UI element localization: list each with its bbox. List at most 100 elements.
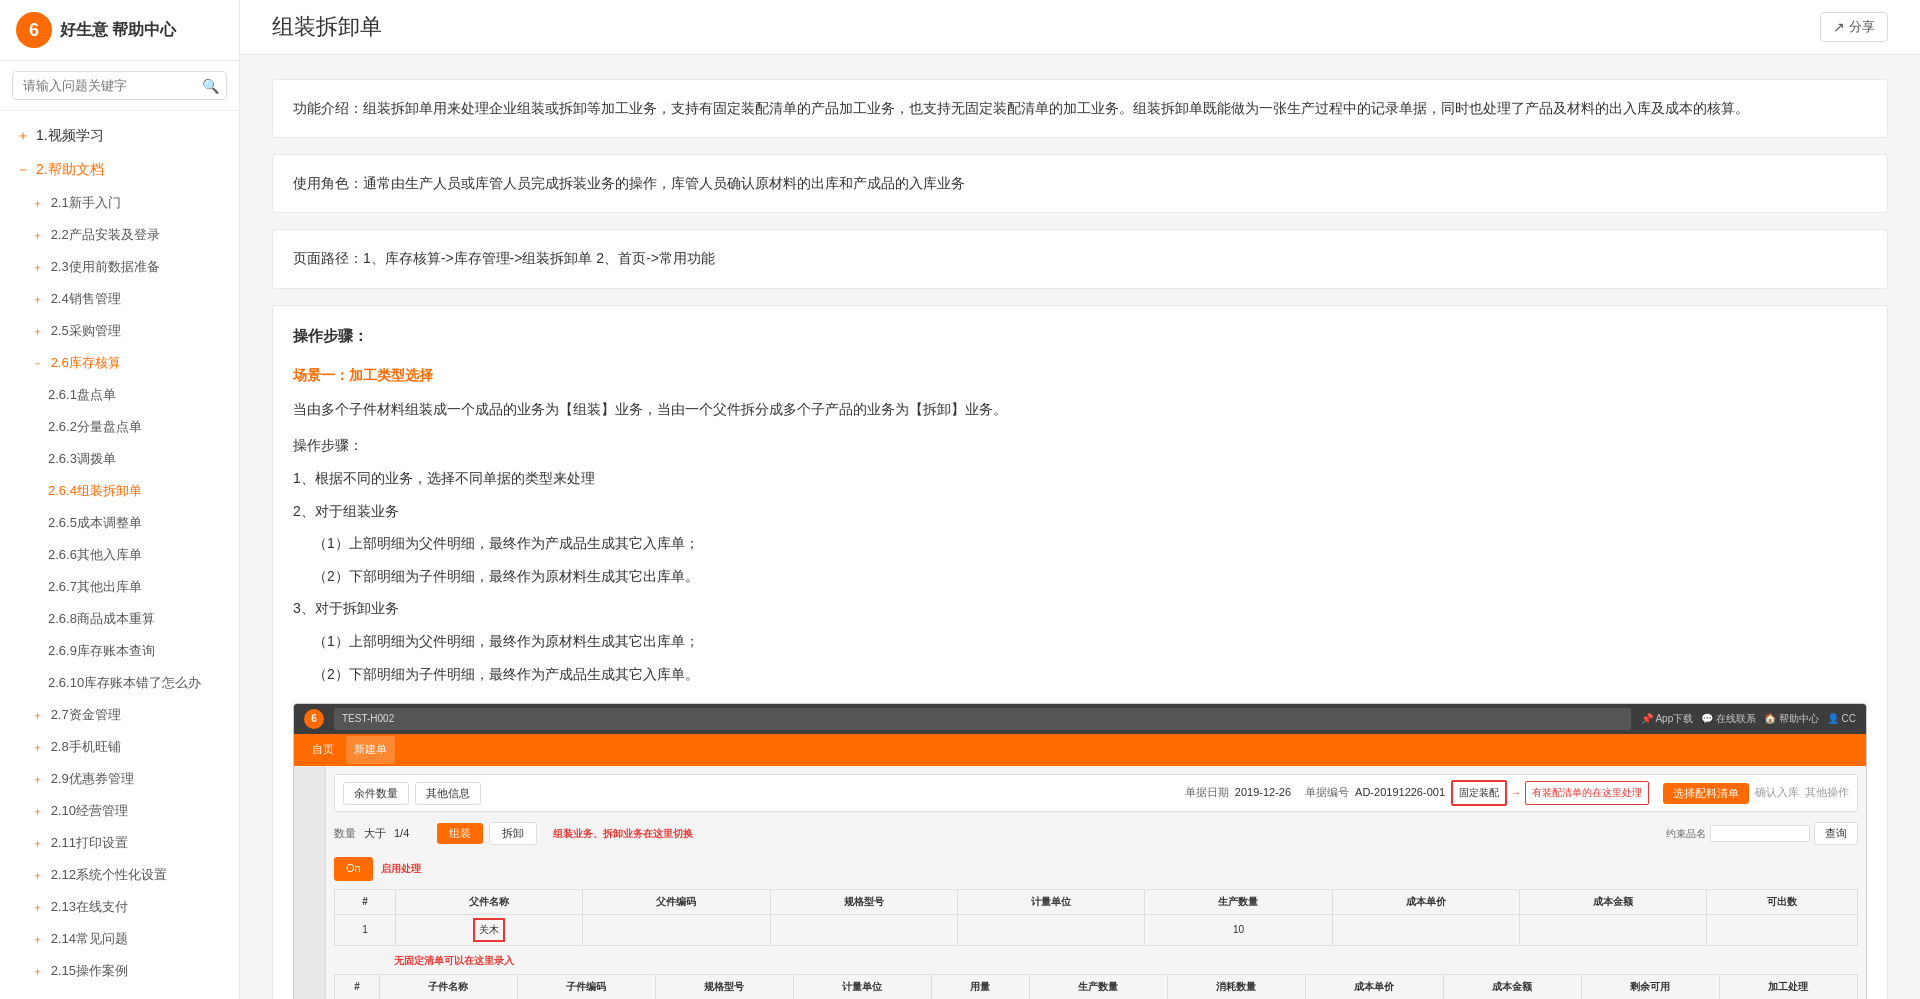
sidebar-item-online-pay[interactable]: ＋ 2.13在线支付: [0, 891, 239, 923]
search-input[interactable]: [12, 71, 227, 100]
expand-icon-finance: ＋: [32, 709, 43, 721]
col-parent-code: 父件编码: [583, 889, 770, 914]
brand-name: 好生意 帮助中心: [60, 20, 176, 41]
type-select-box[interactable]: 固定装配: [1451, 780, 1507, 806]
app-logo: 6: [16, 12, 52, 48]
switch-tabs: 组装 拆卸: [437, 822, 537, 845]
col-cost-amt: 成本金额: [1520, 889, 1707, 914]
callout-type2-label: 组装业务、拆卸业务在这里切换: [553, 825, 693, 843]
app-body: 余件数量 其他信息 单据日期 2019-12-26 单据编号 AD-201912…: [294, 766, 1866, 999]
sidebar-item-cases[interactable]: ＋ 2.15操作案例: [0, 955, 239, 987]
app-url-bar: TEST-H002: [334, 708, 1631, 730]
num-value2: 大于: [364, 824, 386, 844]
on-badge-area: 约束品名 查询: [1666, 822, 1858, 845]
sidebar-item-stock-check[interactable]: 2.6.9库存账本查询: [0, 635, 239, 667]
step-3: 3、对于拆卸业务: [293, 595, 1867, 622]
sidebar-item-sales[interactable]: ＋ 2.4销售管理: [0, 283, 239, 315]
sidebar-item-print[interactable]: ＋ 2.11打印设置: [0, 827, 239, 859]
expand-icon-install: ＋: [32, 229, 43, 241]
expand-icon-mobile: ＋: [32, 741, 43, 753]
sidebar-item-ops[interactable]: ＋ 2.10经营管理: [0, 795, 239, 827]
app-top-icons: 📌 App下载 💬 在线联系 🏠 帮助中心 👤 CC: [1641, 710, 1856, 728]
batch-row: On 启用处理: [334, 855, 1858, 883]
cell-spec: [770, 914, 957, 945]
expand-icon-cases: ＋: [32, 965, 43, 977]
app-nav-home[interactable]: 自页: [304, 736, 342, 764]
search-icon[interactable]: 🔍: [202, 78, 219, 94]
main-area: 组装拆卸单 ↗ 分享 功能介绍：组装拆卸单用来处理企业组装或拆卸等加工业务，支持…: [240, 0, 1920, 999]
app-form-area: 余件数量 其他信息 单据日期 2019-12-26 单据编号 AD-201912…: [326, 766, 1866, 999]
steps-section: 操作步骤： 1、根据不同的业务，选择不同单据的类型来处理 2、对于组装业务 （1…: [293, 432, 1867, 687]
stock-subitems: 2.6.1盘点单 2.6.2分量盘点单 2.6.3调拨单 2.6.4组装拆卸单 …: [0, 379, 239, 699]
sidebar-item-custom[interactable]: ＋ 2.12系统个性化设置: [0, 859, 239, 891]
app-icon-3: 🏠 帮助中心: [1764, 710, 1819, 728]
child-table-section: # 子件名称 子件编码 规格型号 计量单位 用量 生产数量 消耗数量 成本单价: [334, 974, 1858, 999]
intro-role-card: 使用角色：通常由生产人员或库管人员完成拆装业务的操作，库管人员确认原材料的出库和…: [272, 154, 1888, 213]
sidebar-item-finance[interactable]: ＋ 2.7资金管理: [0, 699, 239, 731]
col-c-name: 子件名称: [379, 974, 517, 999]
sidebar-item-new[interactable]: ＋ 2.1新手入门: [0, 187, 239, 219]
expand-icon-stock: －: [32, 357, 43, 369]
label-goods-cost: 2.6.8商品成本重算: [48, 611, 155, 626]
sidebar-item-goods-cost[interactable]: 2.6.8商品成本重算: [0, 603, 239, 635]
child-table: # 子件名称 子件编码 规格型号 计量单位 用量 生产数量 消耗数量 成本单价: [334, 974, 1858, 999]
step-3-1: （1）上部明细为父件明细，最终作为原材料生成其它出库单；: [293, 628, 1867, 655]
col-c-prodqty: 生产数量: [1029, 974, 1167, 999]
batch-label: 约束品名: [1666, 825, 1706, 843]
label-ops: 2.10经营管理: [51, 803, 128, 818]
expand-icon-new: ＋: [32, 197, 43, 209]
sidebar-item-coupon[interactable]: ＋ 2.9优惠券管理: [0, 763, 239, 795]
sidebar-item-cost[interactable]: 2.6.5成本调整单: [0, 507, 239, 539]
search-bar[interactable]: 🔍: [0, 61, 239, 111]
label-cases: 2.15操作案例: [51, 963, 128, 978]
sidebar-item-stock[interactable]: － 2.6库存核算: [0, 347, 239, 379]
col-num: #: [335, 889, 396, 914]
app-icon-4: 👤 CC: [1827, 710, 1856, 728]
toolbar-btn-cancel[interactable]: 其他信息: [415, 782, 481, 805]
sidebar-item-stock-err[interactable]: 2.6.10库存账本错了怎么办: [0, 667, 239, 699]
intro-role-text: 使用角色：通常由生产人员或库管人员完成拆装业务的操作，库管人员确认原材料的出库和…: [293, 175, 965, 191]
expand-icon-video: ＋: [16, 127, 30, 145]
step-2: 2、对于组装业务: [293, 498, 1867, 525]
date-label: 单据日期: [1185, 783, 1229, 803]
sidebar-item-mobile[interactable]: ＋ 2.8手机旺铺: [0, 731, 239, 763]
sidebar-item-other-in[interactable]: 2.6.6其他入库单: [0, 539, 239, 571]
share-button[interactable]: ↗ 分享: [1820, 12, 1888, 42]
sidebar-item-purchase[interactable]: ＋ 2.5采购管理: [0, 315, 239, 347]
on-text-label[interactable]: On: [334, 857, 373, 881]
cell-num: 1: [335, 914, 396, 945]
expand-icon-custom: ＋: [32, 869, 43, 881]
sidebar-item-partial[interactable]: 2.6.2分量盘点单: [0, 411, 239, 443]
sidebar-item-data[interactable]: ＋ 2.3使用前数据准备: [0, 251, 239, 283]
app-mini-sidebar: [294, 766, 326, 999]
scenario1-title: 场景一：加工类型选择: [293, 363, 1867, 388]
sidebar-item-adjust[interactable]: 2.6.3调拨单: [0, 443, 239, 475]
btn-placeholder2: 其他操作: [1805, 783, 1849, 803]
app-nav-new[interactable]: 新建单: [346, 736, 395, 764]
sidebar-item-video[interactable]: ＋ 1.视频学习: [0, 119, 239, 153]
ops-title: 操作步骤：: [293, 322, 1867, 349]
cell-prod-qty: 10: [1145, 914, 1332, 945]
label-online-pay: 2.13在线支付: [51, 899, 128, 914]
sidebar-item-inventory[interactable]: 2.6.1盘点单: [0, 379, 239, 411]
tab-disassemble[interactable]: 拆卸: [489, 822, 537, 845]
label-cost: 2.6.5成本调整单: [48, 515, 142, 530]
expand-icon-coupon: ＋: [32, 773, 43, 785]
sidebar-item-docs[interactable]: － 2.帮助文档 ＋ 2.1新手入门 ＋ 2.2产品安装及登录 ＋ 2.3使用前…: [0, 153, 239, 987]
sidebar-item-label-video: 1.视频学习: [36, 127, 104, 145]
sidebar-item-label-docs: 2.帮助文档: [36, 161, 104, 179]
label-install: 2.2产品安装及登录: [51, 227, 160, 242]
sidebar-item-install[interactable]: ＋ 2.2产品安装及登录: [0, 219, 239, 251]
batch-input[interactable]: [1710, 825, 1810, 842]
toolbar-btn-save[interactable]: 余件数量: [343, 782, 409, 805]
col-avail: 可出数: [1707, 889, 1858, 914]
btn-confirm[interactable]: 选择配料清单: [1663, 783, 1749, 804]
intro-path-card: 页面路径：1、库存核算->库存管理->组装拆卸单 2、首页->常用功能: [272, 229, 1888, 288]
sidebar-item-faq[interactable]: ＋ 2.14常见问题: [0, 923, 239, 955]
tab-assemble[interactable]: 组装: [437, 823, 483, 844]
parent-name-input[interactable]: 关木: [473, 918, 505, 942]
sidebar-item-other-out[interactable]: 2.6.7其他出库单: [0, 571, 239, 603]
sidebar-item-assemble[interactable]: 2.6.4组装拆卸单: [0, 475, 239, 507]
num-label2: 数量: [334, 824, 356, 844]
btn-query[interactable]: 查询: [1814, 822, 1858, 845]
